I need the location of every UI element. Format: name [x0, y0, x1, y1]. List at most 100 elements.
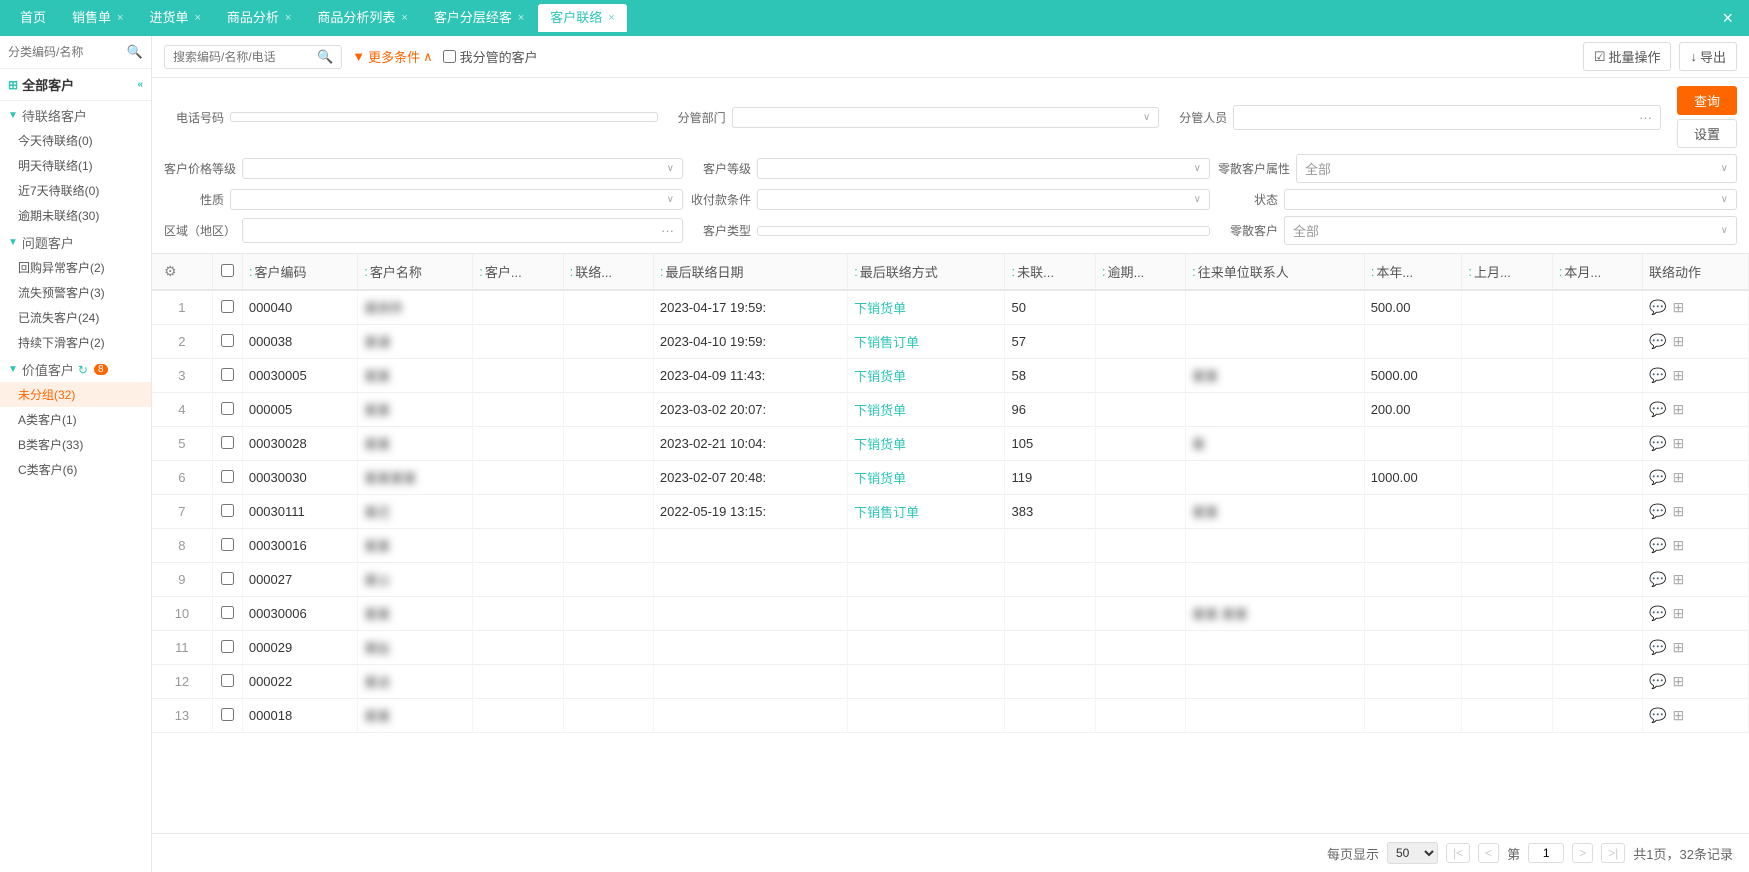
filter-search-icon[interactable]: 🔍	[317, 49, 333, 65]
last-method-link[interactable]: 下销货单	[854, 471, 906, 486]
reset-button[interactable]: 设置	[1677, 119, 1737, 148]
row-action[interactable]: 💬 ⊞	[1643, 631, 1749, 665]
close-product-analysis-tab[interactable]: ×	[285, 4, 291, 32]
filter-more-conditions[interactable]: ▼ 更多条件 ∧	[352, 47, 432, 66]
chat-icon[interactable]: 💬	[1649, 537, 1666, 554]
sidebar-item-churn-warning[interactable]: 流失预警客户(3)	[0, 280, 151, 305]
sidebar-item-churned[interactable]: 已流失客户(24)	[0, 305, 151, 330]
row-checkbox[interactable]	[221, 538, 234, 551]
close-customer-contact-tab[interactable]: ×	[608, 4, 614, 32]
row-checkbox[interactable]	[221, 504, 234, 517]
tab-purchase[interactable]: 进货单 ×	[137, 4, 212, 32]
row-last-method[interactable]	[848, 529, 1005, 563]
dept-input[interactable]: ∨	[732, 107, 1160, 128]
chat-icon[interactable]: 💬	[1649, 469, 1666, 486]
row-checkbox-cell[interactable]	[212, 427, 242, 461]
row-checkbox[interactable]	[221, 368, 234, 381]
grid-action-icon[interactable]: ⊞	[1672, 299, 1684, 316]
export-button[interactable]: ↓ 导出	[1679, 42, 1737, 71]
row-checkbox[interactable]	[221, 640, 234, 653]
sidebar-search-box[interactable]: 🔍	[0, 36, 151, 69]
status-input[interactable]: ∨	[1284, 189, 1737, 210]
row-checkbox-cell[interactable]	[212, 665, 242, 699]
chat-icon[interactable]: 💬	[1649, 605, 1666, 622]
close-sales-tab[interactable]: ×	[117, 4, 123, 32]
row-checkbox-cell[interactable]	[212, 597, 242, 631]
grid-action-icon[interactable]: ⊞	[1672, 401, 1684, 418]
row-checkbox-cell[interactable]	[212, 461, 242, 495]
select-all-column[interactable]	[212, 254, 242, 290]
chat-icon[interactable]: 💬	[1649, 571, 1666, 588]
row-checkbox-cell[interactable]	[212, 290, 242, 325]
row-checkbox[interactable]	[221, 470, 234, 483]
all-customers-header[interactable]: ⊞ 全部客户 «	[0, 69, 151, 101]
sidebar-item-tomorrow-pending[interactable]: 明天待联络(1)	[0, 153, 151, 178]
sidebar-item-today-pending[interactable]: 今天待联络(0)	[0, 128, 151, 153]
sidebar-item-overdue-pending[interactable]: 逾期未联络(30)	[0, 203, 151, 228]
grid-action-icon[interactable]: ⊞	[1672, 605, 1684, 622]
row-last-method[interactable]: 下销售订单	[848, 325, 1005, 359]
filter-search-box[interactable]: 🔍	[164, 45, 342, 69]
row-checkbox-cell[interactable]	[212, 495, 242, 529]
row-checkbox-cell[interactable]	[212, 529, 242, 563]
row-checkbox-cell[interactable]	[212, 393, 242, 427]
row-last-method[interactable]	[848, 665, 1005, 699]
chat-icon[interactable]: 💬	[1649, 639, 1666, 656]
window-close-button[interactable]: ×	[1714, 8, 1741, 29]
row-last-method[interactable]: 下销售订单	[848, 495, 1005, 529]
chat-icon[interactable]: 💬	[1649, 367, 1666, 384]
row-checkbox[interactable]	[221, 674, 234, 687]
chat-icon[interactable]: 💬	[1649, 401, 1666, 418]
row-checkbox-cell[interactable]	[212, 359, 242, 393]
row-action[interactable]: 💬 ⊞	[1643, 325, 1749, 359]
batch-ops-button[interactable]: ☑ 批量操作	[1583, 42, 1672, 71]
row-last-method[interactable]: 下销货单	[848, 359, 1005, 393]
row-last-method[interactable]: 下销货单	[848, 290, 1005, 325]
row-checkbox-cell[interactable]	[212, 563, 242, 597]
close-product-list-tab[interactable]: ×	[401, 4, 407, 32]
row-action[interactable]: 💬 ⊞	[1643, 529, 1749, 563]
person-input[interactable]: ···	[1233, 105, 1661, 130]
price-level-input[interactable]: ∨	[242, 158, 683, 179]
row-checkbox-cell[interactable]	[212, 631, 242, 665]
customer-level-input[interactable]: ∨	[757, 158, 1210, 179]
next-page-btn[interactable]: >	[1572, 843, 1593, 863]
chat-icon[interactable]: 💬	[1649, 435, 1666, 452]
tab-product-analysis[interactable]: 商品分析 ×	[215, 4, 303, 32]
select-all-checkbox[interactable]	[221, 264, 234, 277]
grid-action-icon[interactable]: ⊞	[1672, 435, 1684, 452]
row-checkbox[interactable]	[221, 300, 234, 313]
refresh-icon[interactable]: ↻	[78, 363, 88, 377]
row-checkbox-cell[interactable]	[212, 325, 242, 359]
grid-action-icon[interactable]: ⊞	[1672, 469, 1684, 486]
row-action[interactable]: 💬 ⊞	[1643, 393, 1749, 427]
zero-attr-input[interactable]: 全部 ∨	[1296, 154, 1737, 183]
grid-action-icon[interactable]: ⊞	[1672, 367, 1684, 384]
row-action[interactable]: 💬 ⊞	[1643, 461, 1749, 495]
row-last-method[interactable]	[848, 631, 1005, 665]
row-checkbox[interactable]	[221, 334, 234, 347]
filter-search-input[interactable]	[173, 50, 313, 64]
per-page-select[interactable]: 50 20 100	[1387, 842, 1438, 864]
phone-input[interactable]	[230, 112, 658, 122]
row-action[interactable]: 💬 ⊞	[1643, 290, 1749, 325]
grid-action-icon[interactable]: ⊞	[1672, 333, 1684, 350]
last-page-btn[interactable]: >|	[1601, 843, 1625, 863]
last-method-link[interactable]: 下销货单	[854, 437, 906, 452]
last-method-link[interactable]: 下销售订单	[854, 505, 919, 520]
chat-icon[interactable]: 💬	[1649, 333, 1666, 350]
row-last-method[interactable]	[848, 597, 1005, 631]
last-method-link[interactable]: 下销货单	[854, 369, 906, 384]
last-method-link[interactable]: 下销售订单	[854, 335, 919, 350]
customer-type-input[interactable]	[757, 226, 1210, 236]
my-customers-checkbox[interactable]: 我分管的客户	[443, 47, 538, 66]
chat-icon[interactable]: 💬	[1649, 707, 1666, 724]
row-action[interactable]: 💬 ⊞	[1643, 495, 1749, 529]
row-checkbox[interactable]	[221, 436, 234, 449]
row-last-method[interactable]: 下销货单	[848, 427, 1005, 461]
grid-action-icon[interactable]: ⊞	[1672, 639, 1684, 656]
sidebar-item-abnormal[interactable]: 回购异常客户(2)	[0, 255, 151, 280]
row-action[interactable]: 💬 ⊞	[1643, 699, 1749, 733]
row-last-method[interactable]: 下销货单	[848, 461, 1005, 495]
row-checkbox[interactable]	[221, 572, 234, 585]
